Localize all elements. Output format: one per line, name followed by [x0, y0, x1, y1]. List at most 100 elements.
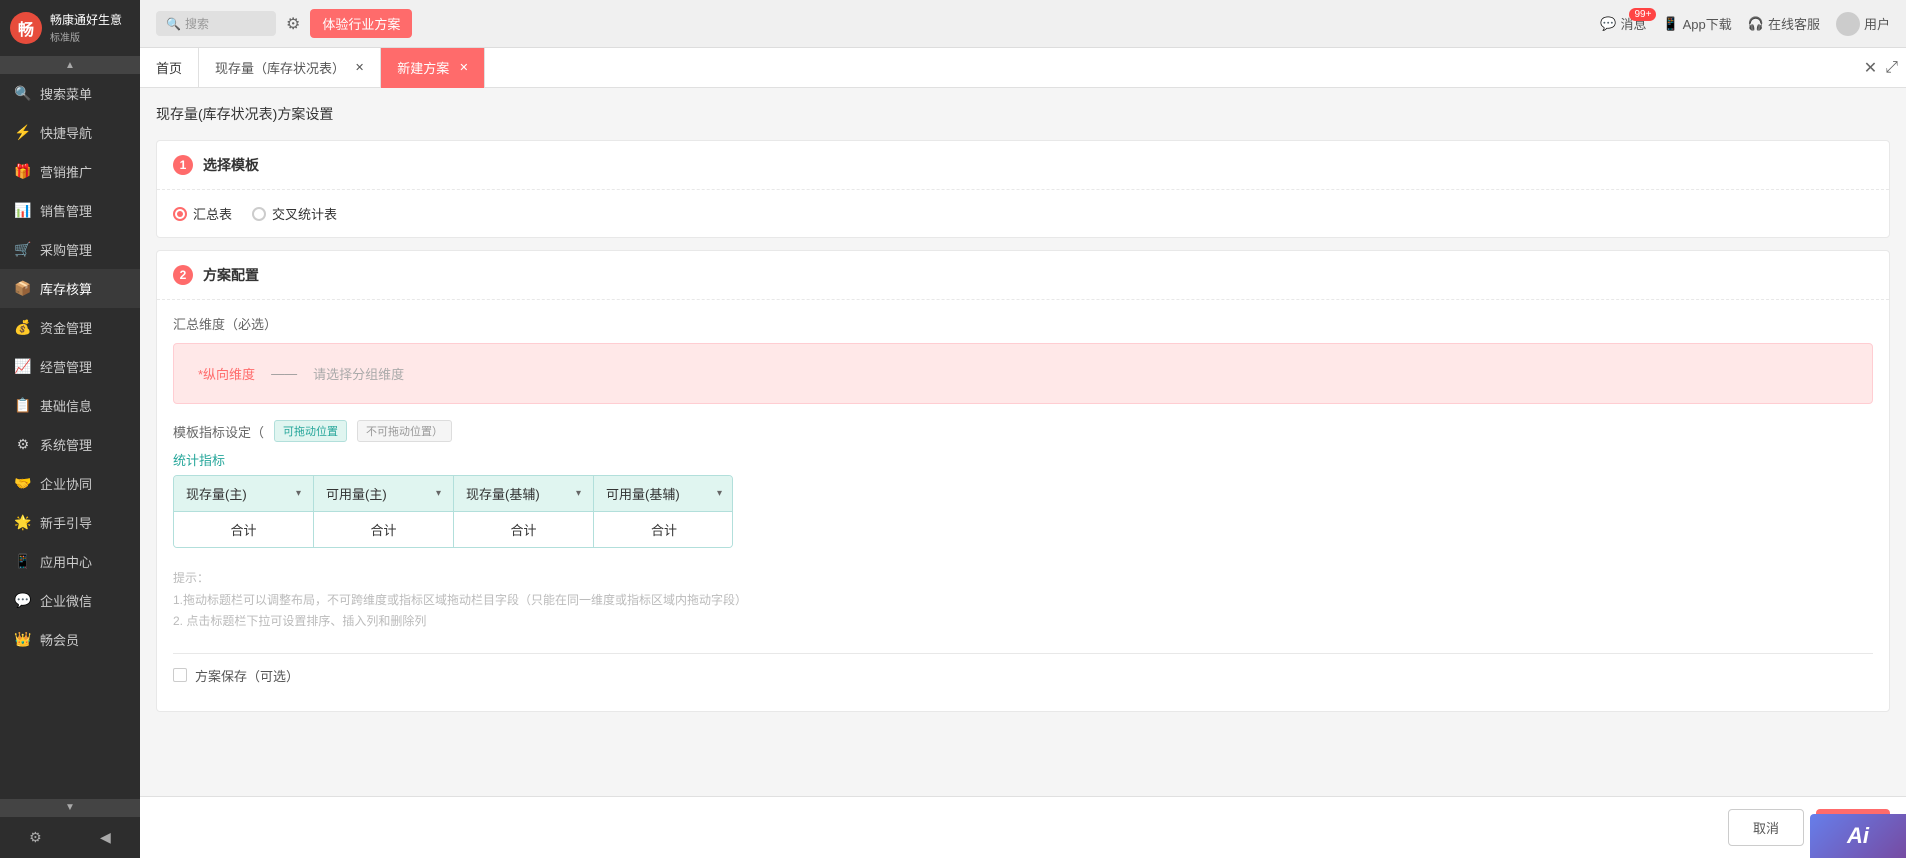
settings-bottom-btn[interactable]: ⚙ — [21, 825, 50, 850]
stats-data-row: 合计 合计 合计 合计 — [174, 511, 732, 547]
cancel-button[interactable]: 取消 — [1728, 809, 1804, 846]
radio-summary-circle[interactable] — [173, 207, 187, 221]
sidebar-item-appstore[interactable]: 📱 应用中心 — [0, 542, 140, 581]
section1-number: 1 — [173, 155, 193, 175]
stats-col-2[interactable]: 现存量(基辅) ▾ — [454, 476, 594, 511]
sidebar: 畅 畅康通好生意 标准版 ▲ 🔍 搜索菜单 ⚡ 快捷导航 🎁 营销推广 📊 销售… — [0, 0, 140, 858]
radio-cross-circle[interactable] — [252, 207, 266, 221]
message-badge: 99+ — [1629, 8, 1656, 21]
bottom-bar: 取消 查询 — [140, 796, 1906, 858]
radio-summary-table[interactable]: 汇总表 — [173, 204, 232, 223]
sidebar-item-search[interactable]: 🔍 搜索菜单 — [0, 74, 140, 113]
sidebar-item-member[interactable]: 👑 畅会员 — [0, 620, 140, 659]
chevron-down-icon-1[interactable]: ▾ — [436, 488, 441, 499]
sidebar-item-enterprise[interactable]: 🤝 企业协同 — [0, 464, 140, 503]
stats-header-row: 现存量(主) ▾ 可用量(主) ▾ 现存量(基辅) ▾ — [174, 476, 732, 511]
radio-cross-table[interactable]: 交叉统计表 — [252, 204, 337, 223]
app-download-label: App下载 — [1683, 14, 1732, 33]
ai-badge[interactable]: Ai — [1810, 814, 1906, 858]
sidebar-item-label: 系统管理 — [40, 435, 92, 454]
tabbar-actions: ✕ ⤢ — [1864, 58, 1906, 78]
stats-col-3-label: 可用量(基辅) — [606, 484, 680, 503]
radio-cross-label: 交叉统计表 — [272, 204, 337, 223]
dim-dash: —— — [271, 366, 297, 381]
sidebar-scroll-down[interactable]: ▼ — [0, 799, 140, 816]
stats-cell-0: 合计 — [174, 512, 314, 547]
tab-home[interactable]: 首页 — [140, 48, 199, 88]
user-menu-btn[interactable]: 用户 — [1836, 12, 1890, 36]
wechat-icon: 💬 — [14, 592, 32, 609]
app-name: 畅康通好生意 — [50, 12, 122, 29]
indicator-settings-label: 模板指标设定（ 可拖动位置 不可拖动位置） — [173, 420, 1873, 442]
sidebar-item-purchase[interactable]: 🛒 采购管理 — [0, 230, 140, 269]
section-select-template: 1 选择模板 汇总表 交叉统计表 — [156, 140, 1890, 238]
page-content: 现存量(库存状况表)方案设置 1 选择模板 汇总表 交叉统计表 2 — [140, 88, 1906, 796]
sidebar-item-marketing[interactable]: 🎁 营销推广 — [0, 152, 140, 191]
stats-col-1-label: 可用量(主) — [326, 484, 387, 503]
tab-new-scheme-close[interactable]: ✕ — [459, 61, 468, 74]
sidebar-item-label: 资金管理 — [40, 318, 92, 337]
tips-title: 提示： — [173, 568, 1873, 590]
stats-cell-2: 合计 — [454, 512, 594, 547]
tab-inventory-close[interactable]: ✕ — [355, 61, 364, 74]
tab-close-btn[interactable]: ✕ — [1864, 58, 1877, 78]
sidebar-item-label: 快捷导航 — [40, 123, 92, 142]
stats-col-0[interactable]: 现存量(主) ▾ — [174, 476, 314, 511]
trial-button[interactable]: 体验行业方案 — [310, 9, 412, 38]
chevron-down-icon-2[interactable]: ▾ — [576, 488, 581, 499]
tab-new-scheme-label: 新建方案 — [397, 58, 449, 77]
sidebar-item-system[interactable]: ⚙ 系统管理 — [0, 425, 140, 464]
sidebar-bottom: ⚙ ◀ — [0, 816, 140, 858]
stats-table: 现存量(主) ▾ 可用量(主) ▾ 现存量(基辅) ▾ — [173, 475, 733, 548]
app-download-btn[interactable]: 📱 App下载 — [1662, 14, 1731, 33]
sidebar-item-base-info[interactable]: 📋 基础信息 — [0, 386, 140, 425]
sidebar-item-label: 销售管理 — [40, 201, 92, 220]
sidebar-item-sales[interactable]: 📊 销售管理 — [0, 191, 140, 230]
stats-col-1[interactable]: 可用量(主) ▾ — [314, 476, 454, 511]
save-checkbox[interactable] — [173, 668, 187, 682]
tip-1: 1.拖动标题栏可以调整布局，不可跨维度或指标区域拖动栏目字段（只能在同一维度或指… — [173, 590, 1873, 612]
search-input[interactable]: 🔍 搜索 — [156, 11, 276, 36]
tab-new-scheme[interactable]: 新建方案 ✕ — [381, 48, 485, 88]
sidebar-item-inventory[interactable]: 📦 库存核算 — [0, 269, 140, 308]
tab-inventory[interactable]: 现存量（库存状况表） ✕ — [199, 48, 381, 88]
sidebar-item-label: 新手引导 — [40, 513, 92, 532]
stats-col-0-label: 现存量(主) — [186, 484, 247, 503]
sidebar-item-label: 企业微信 — [40, 591, 92, 610]
sidebar-item-label: 库存核算 — [40, 279, 92, 298]
sidebar-item-label: 基础信息 — [40, 396, 92, 415]
sidebar-scroll-up[interactable]: ▲ — [0, 57, 140, 74]
topbar-right: 💬 消息 99+ 📱 App下载 🎧 在线客服 用户 — [1600, 12, 1890, 36]
app-icon: 📱 — [1662, 16, 1678, 32]
message-btn[interactable]: 💬 消息 99+ — [1600, 14, 1646, 33]
section2-number: 2 — [173, 265, 193, 285]
sidebar-item-guide[interactable]: 🌟 新手引导 — [0, 503, 140, 542]
service-icon: 🎧 — [1748, 16, 1764, 32]
purchase-icon: 🛒 — [14, 241, 32, 258]
sidebar-item-quicknav[interactable]: ⚡ 快捷导航 — [0, 113, 140, 152]
gear-btn[interactable]: ⚙ — [286, 14, 300, 34]
section2-header: 2 方案配置 — [157, 251, 1889, 300]
stats-col-3[interactable]: 可用量(基辅) ▾ — [594, 476, 733, 511]
topbar: 🔍 搜索 ⚙ 体验行业方案 💬 消息 99+ 📱 App下载 🎧 在线客服 — [140, 0, 1906, 48]
tab-home-label: 首页 — [156, 58, 182, 77]
appstore-icon: 📱 — [14, 553, 32, 570]
sidebar-item-wechat[interactable]: 💬 企业微信 — [0, 581, 140, 620]
online-service-btn[interactable]: 🎧 在线客服 — [1748, 14, 1820, 33]
sidebar-item-finance[interactable]: 💰 资金管理 — [0, 308, 140, 347]
scheme-body: 汇总维度（必选） *纵向维度 —— 请选择分组维度 模板指标设定（ 可拖动位置 … — [157, 300, 1889, 711]
tab-expand-btn[interactable]: ⤢ — [1885, 59, 1898, 77]
base-info-icon: 📋 — [14, 397, 32, 414]
sidebar-item-operations[interactable]: 📈 经营管理 — [0, 347, 140, 386]
tab-inventory-label: 现存量（库存状况表） — [215, 58, 345, 77]
collapse-btn[interactable]: ◀ — [92, 825, 119, 850]
inventory-icon: 📦 — [14, 280, 32, 297]
drag-badge: 可拖动位置 — [274, 420, 347, 442]
app-edition: 标准版 — [50, 29, 122, 44]
sidebar-item-label: 经营管理 — [40, 357, 92, 376]
chevron-down-icon-0[interactable]: ▾ — [296, 488, 301, 499]
stats-cell-1: 合计 — [314, 512, 454, 547]
chevron-down-icon-3[interactable]: ▾ — [717, 488, 722, 499]
indicator-label-text: 模板指标设定（ — [173, 422, 264, 441]
finance-icon: 💰 — [14, 319, 32, 336]
